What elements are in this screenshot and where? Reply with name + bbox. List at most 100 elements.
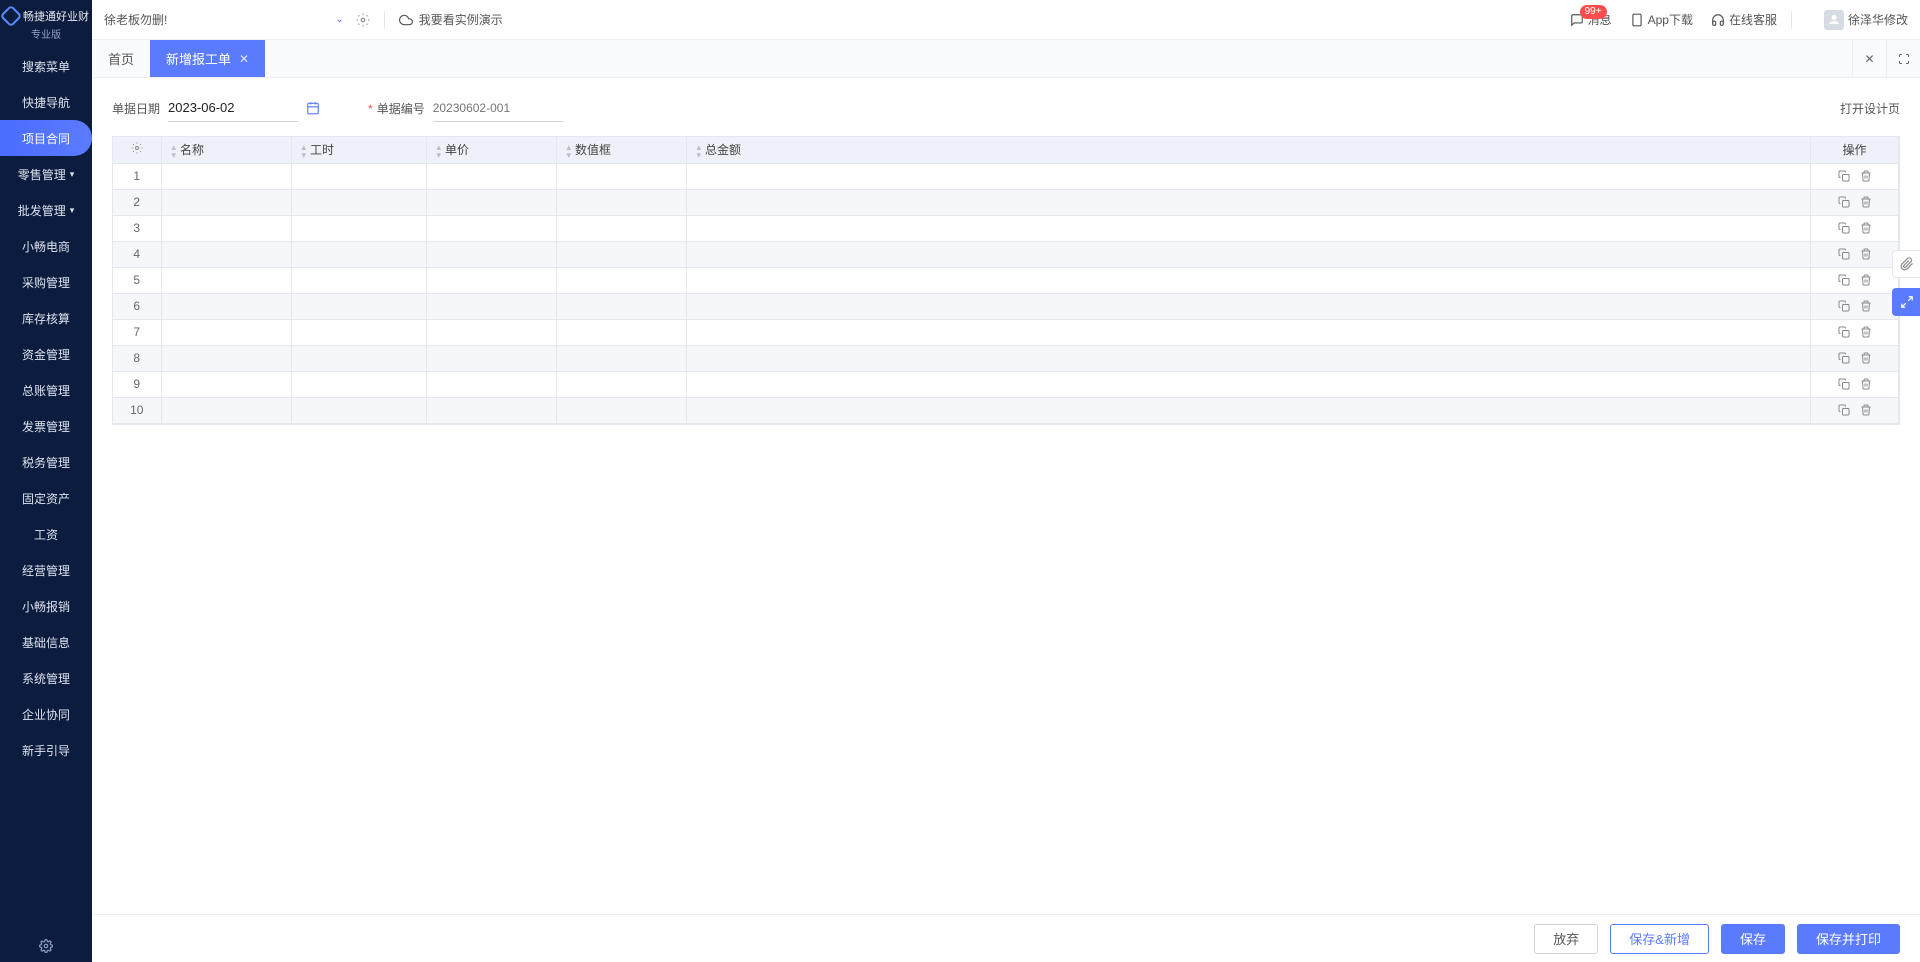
- table-row[interactable]: 2: [113, 189, 1899, 215]
- cell[interactable]: [556, 241, 686, 267]
- col-total-header[interactable]: ▴▾总金额: [686, 137, 1811, 163]
- delete-row-button[interactable]: [1860, 170, 1872, 182]
- discard-button[interactable]: 放弃: [1534, 924, 1598, 954]
- sidebar-item-5[interactable]: 小畅电商: [0, 228, 92, 264]
- online-service-button[interactable]: 在线客服: [1711, 11, 1777, 28]
- copy-row-button[interactable]: [1838, 326, 1850, 338]
- table-row[interactable]: 4: [113, 241, 1899, 267]
- close-icon[interactable]: ✕: [239, 52, 249, 66]
- table-row[interactable]: 8: [113, 345, 1899, 371]
- cell[interactable]: [161, 397, 291, 423]
- cell[interactable]: [686, 371, 1811, 397]
- cell[interactable]: [556, 267, 686, 293]
- delete-row-button[interactable]: [1860, 300, 1872, 312]
- cell[interactable]: [686, 189, 1811, 215]
- demo-example-link[interactable]: 我要看实例演示: [399, 11, 503, 28]
- copy-row-button[interactable]: [1838, 352, 1850, 364]
- open-designer-link[interactable]: 打开设计页: [1840, 100, 1900, 117]
- cell[interactable]: [291, 163, 426, 189]
- toggle-panel-button[interactable]: [1892, 288, 1920, 316]
- grid-settings-header[interactable]: [113, 137, 161, 163]
- sidebar-item-1[interactable]: 快捷导航: [0, 84, 92, 120]
- sidebar-settings[interactable]: [0, 930, 92, 962]
- cell[interactable]: [291, 345, 426, 371]
- sidebar-item-6[interactable]: 采购管理: [0, 264, 92, 300]
- save-and-print-button[interactable]: 保存并打印: [1797, 924, 1900, 954]
- cell[interactable]: [291, 267, 426, 293]
- table-row[interactable]: 6: [113, 293, 1899, 319]
- sidebar-item-17[interactable]: 系统管理: [0, 660, 92, 696]
- cell[interactable]: [291, 241, 426, 267]
- cell[interactable]: [426, 215, 556, 241]
- attachment-button[interactable]: [1892, 250, 1920, 278]
- cell[interactable]: [161, 293, 291, 319]
- copy-row-button[interactable]: [1838, 404, 1850, 416]
- cell[interactable]: [291, 215, 426, 241]
- col-name-header[interactable]: ▴▾名称: [161, 137, 291, 163]
- company-settings-button[interactable]: [356, 13, 370, 27]
- cell[interactable]: [556, 397, 686, 423]
- sidebar-item-16[interactable]: 基础信息: [0, 624, 92, 660]
- cell[interactable]: [161, 371, 291, 397]
- copy-row-button[interactable]: [1838, 222, 1850, 234]
- sidebar-item-10[interactable]: 发票管理: [0, 408, 92, 444]
- save-and-new-button[interactable]: 保存&新增: [1610, 924, 1709, 954]
- delete-row-button[interactable]: [1860, 222, 1872, 234]
- cell[interactable]: [426, 345, 556, 371]
- code-input[interactable]: [433, 94, 563, 122]
- cell[interactable]: [686, 345, 1811, 371]
- sidebar-item-7[interactable]: 库存核算: [0, 300, 92, 336]
- cell[interactable]: [686, 163, 1811, 189]
- sidebar-item-9[interactable]: 总账管理: [0, 372, 92, 408]
- sidebar-item-18[interactable]: 企业协同: [0, 696, 92, 732]
- sidebar-item-12[interactable]: 固定资产: [0, 480, 92, 516]
- cell[interactable]: [161, 241, 291, 267]
- copy-row-button[interactable]: [1838, 170, 1850, 182]
- col-price-header[interactable]: ▴▾单价: [426, 137, 556, 163]
- col-numbox-header[interactable]: ▴▾数值框: [556, 137, 686, 163]
- fullscreen-button[interactable]: [1886, 40, 1920, 77]
- sidebar-item-14[interactable]: 经营管理: [0, 552, 92, 588]
- copy-row-button[interactable]: [1838, 196, 1850, 208]
- cell[interactable]: [686, 319, 1811, 345]
- cell[interactable]: [426, 267, 556, 293]
- table-row[interactable]: 10: [113, 397, 1899, 423]
- col-hours-header[interactable]: ▴▾工时: [291, 137, 426, 163]
- cell[interactable]: [426, 241, 556, 267]
- cell[interactable]: [291, 319, 426, 345]
- cell[interactable]: [161, 345, 291, 371]
- cell[interactable]: [686, 215, 1811, 241]
- tab-home[interactable]: 首页: [92, 40, 150, 77]
- sidebar-item-4[interactable]: 批发管理▾: [0, 192, 92, 228]
- date-input[interactable]: [168, 94, 298, 122]
- cell[interactable]: [426, 163, 556, 189]
- cell[interactable]: [291, 293, 426, 319]
- cell[interactable]: [426, 397, 556, 423]
- delete-row-button[interactable]: [1860, 196, 1872, 208]
- delete-row-button[interactable]: [1860, 404, 1872, 416]
- copy-row-button[interactable]: [1838, 378, 1850, 390]
- company-selector[interactable]: 徐老板勿删! ⌄: [104, 11, 344, 28]
- cell[interactable]: [426, 319, 556, 345]
- cell[interactable]: [556, 345, 686, 371]
- sidebar-item-13[interactable]: 工资: [0, 516, 92, 552]
- calendar-icon[interactable]: [306, 101, 320, 115]
- cell[interactable]: [556, 293, 686, 319]
- copy-row-button[interactable]: [1838, 248, 1850, 260]
- delete-row-button[interactable]: [1860, 274, 1872, 286]
- sidebar-item-2[interactable]: 项目合同: [0, 120, 92, 156]
- cell[interactable]: [556, 189, 686, 215]
- copy-row-button[interactable]: [1838, 300, 1850, 312]
- cell[interactable]: [426, 371, 556, 397]
- app-download-button[interactable]: App下载: [1630, 11, 1693, 28]
- cell[interactable]: [556, 319, 686, 345]
- cell[interactable]: [161, 319, 291, 345]
- cell[interactable]: [161, 163, 291, 189]
- copy-row-button[interactable]: [1838, 274, 1850, 286]
- sidebar-item-15[interactable]: 小畅报销: [0, 588, 92, 624]
- cell[interactable]: [426, 189, 556, 215]
- cell[interactable]: [686, 241, 1811, 267]
- close-all-tabs-button[interactable]: ✕: [1852, 40, 1886, 77]
- table-row[interactable]: 7: [113, 319, 1899, 345]
- cell[interactable]: [161, 267, 291, 293]
